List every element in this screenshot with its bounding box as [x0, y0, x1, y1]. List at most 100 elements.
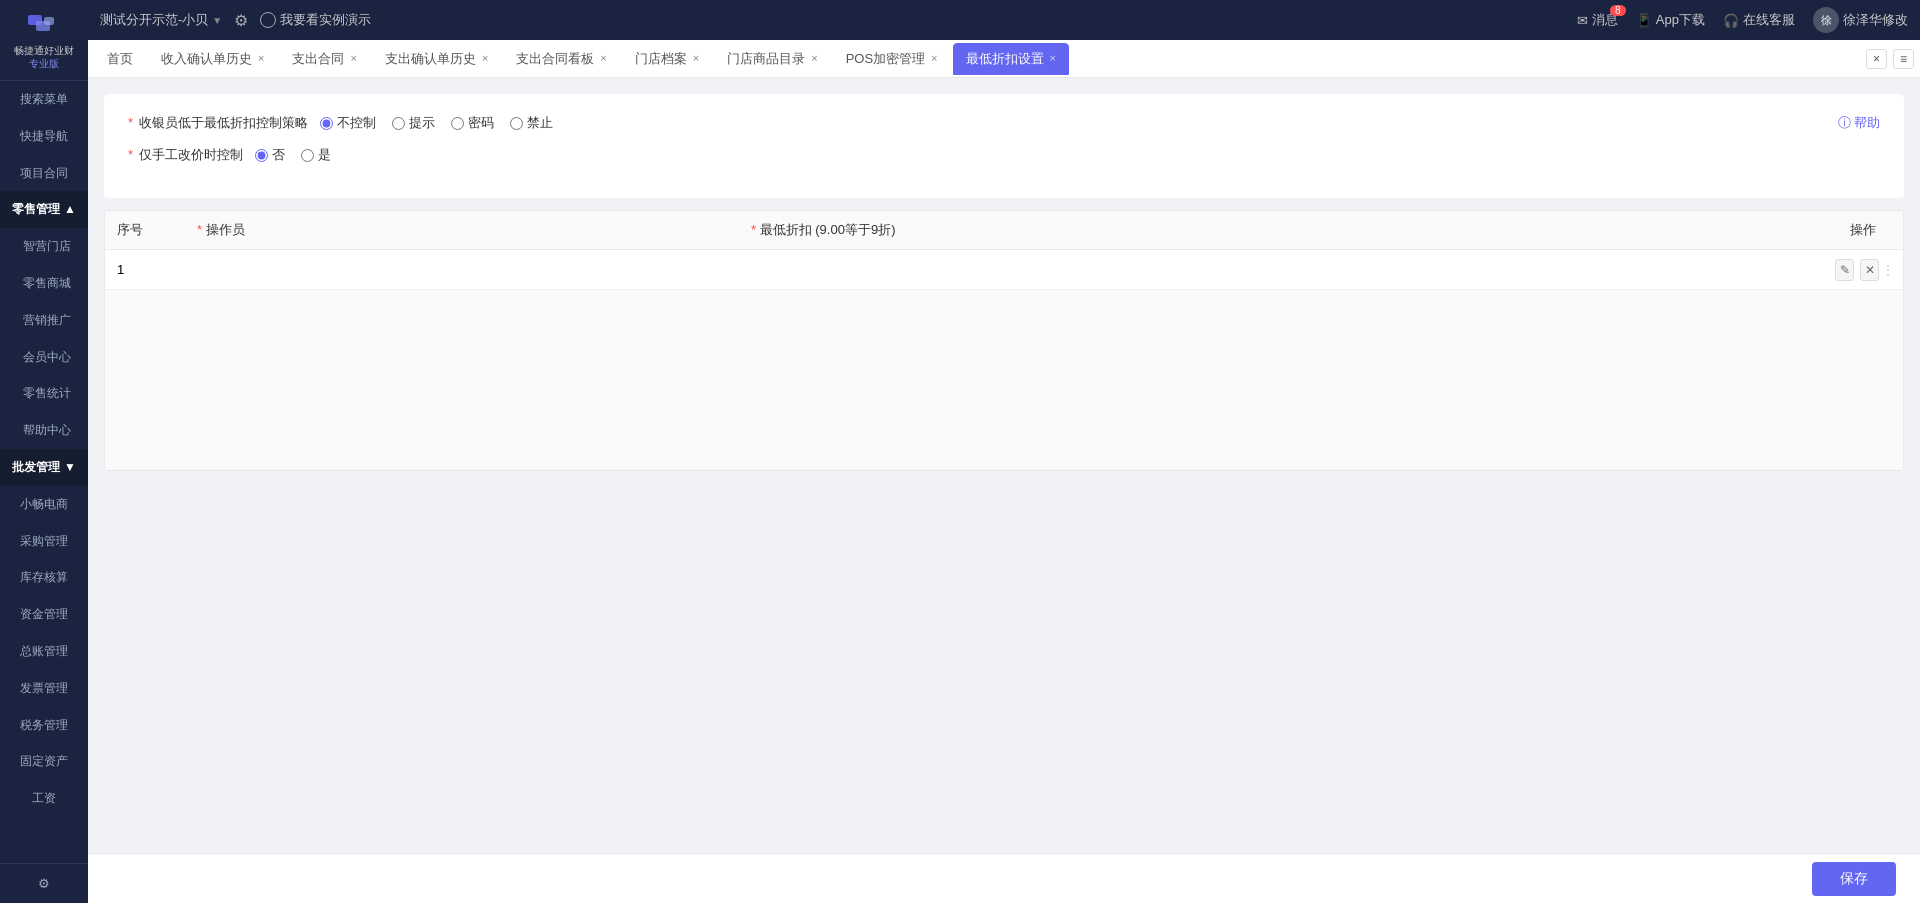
topbar: 测试分开示范-小贝 ▼ ⚙ 我要看实例演示 ✉ 消息 8 📱 App下载 🎧 在… — [88, 0, 1920, 40]
td-seq-1: 1 — [105, 254, 185, 285]
cashier-control-label: * 收银员低于最低折扣控制策略 — [128, 114, 308, 132]
radio-password[interactable]: 密码 — [451, 114, 494, 132]
sidebar-item-retail-mall[interactable]: 零售商城 — [0, 265, 88, 302]
tab-home-label: 首页 — [107, 50, 133, 68]
footer: 保存 — [88, 853, 1920, 903]
delete-row-button[interactable]: ✕ — [1860, 259, 1879, 281]
tab-payment-contract-label: 支出合同 — [292, 50, 344, 68]
sidebar-item-purchase[interactable]: 采购管理 — [0, 523, 88, 560]
tab-min-discount-setting[interactable]: 最低折扣设置 × — [953, 43, 1069, 75]
demo-circle-icon — [260, 12, 276, 28]
sidebar-item-ecommerce[interactable]: 小畅电商 — [0, 486, 88, 523]
sidebar-item-help-center[interactable]: 帮助中心 — [0, 412, 88, 449]
cashier-control-options: 不控制 提示 密码 禁止 — [320, 114, 553, 132]
tab-payment-confirm-history[interactable]: 支出确认单历史 × — [372, 43, 501, 75]
sidebar-item-tax[interactable]: 税务管理 — [0, 707, 88, 744]
avatar: 徐 — [1813, 7, 1839, 33]
app-name: 畅捷通好业财 专业版 — [5, 44, 83, 70]
radio-manual-no[interactable]: 否 — [255, 146, 285, 164]
sidebar-item-smart-store[interactable]: 智营门店 — [0, 228, 88, 265]
tab-payment-contract-view-close[interactable]: × — [600, 53, 606, 64]
tab-income-history-close[interactable]: × — [258, 53, 264, 64]
delete-icon: ✕ — [1865, 263, 1875, 277]
radio-no-control[interactable]: 不控制 — [320, 114, 376, 132]
tab-store-product-catalog-close[interactable]: × — [811, 53, 817, 64]
tab-payment-contract[interactable]: 支出合同 × — [279, 43, 369, 75]
chevron-down-icon: ▼ — [64, 459, 76, 476]
tab-income-history-label: 收入确认单历史 — [161, 50, 252, 68]
tab-income-history[interactable]: 收入确认单历史 × — [148, 43, 277, 75]
sidebar-item-quick-nav[interactable]: 快捷导航 — [0, 118, 88, 155]
tab-payment-confirm-history-close[interactable]: × — [482, 53, 488, 64]
settings-button[interactable]: ⚙ — [0, 863, 88, 903]
sidebar-item-member-center[interactable]: 会员中心 — [0, 339, 88, 376]
tab-payment-contract-close[interactable]: × — [350, 53, 356, 64]
tab-pos-password-label: POS加密管理 — [846, 50, 925, 68]
gear-icon: ⚙ — [38, 876, 50, 891]
sidebar: 畅捷通好业财 专业版 搜索菜单 快捷导航 项目合同 零售管理 ▲ 智营门店 零售… — [0, 0, 88, 903]
sidebar-item-invoice[interactable]: 发票管理 — [0, 670, 88, 707]
headset-icon: 🎧 — [1723, 13, 1739, 28]
tab-store-product-catalog-label: 门店商品目录 — [727, 50, 805, 68]
drag-handle[interactable]: ⋮ — [1885, 259, 1891, 281]
tabs-menu-button[interactable]: ≡ — [1893, 49, 1914, 69]
td-operator-1 — [185, 262, 739, 278]
tab-store-profile-close[interactable]: × — [693, 53, 699, 64]
user-profile[interactable]: 徐 徐泽华修改 — [1813, 7, 1908, 33]
sidebar-item-inventory[interactable]: 库存核算 — [0, 559, 88, 596]
sidebar-item-search[interactable]: 搜索菜单 — [0, 81, 88, 118]
sidebar-item-general-ledger[interactable]: 总账管理 — [0, 633, 88, 670]
tabs-actions: × ≡ — [1866, 49, 1914, 69]
tab-payment-contract-view-label: 支出合同看板 — [516, 50, 594, 68]
tab-pos-password-close[interactable]: × — [931, 53, 937, 64]
close-all-tabs-button[interactable]: × — [1866, 49, 1887, 69]
messages-button[interactable]: ✉ 消息 8 — [1577, 11, 1618, 29]
sidebar-item-funds[interactable]: 资金管理 — [0, 596, 88, 633]
help-circle-icon: ⓘ — [1838, 114, 1851, 132]
tab-store-profile[interactable]: 门店档案 × — [622, 43, 712, 75]
radio-remind[interactable]: 提示 — [392, 114, 435, 132]
edit-row-button[interactable]: ✎ — [1835, 259, 1854, 281]
customer-service-button[interactable]: 🎧 在线客服 — [1723, 11, 1795, 29]
manual-price-options: 否 是 — [255, 146, 331, 164]
table-empty-area — [105, 290, 1903, 470]
cashier-control-row: * 收银员低于最低折扣控制策略 不控制 提示 密码 — [128, 114, 1880, 132]
messages-badge: 8 — [1610, 5, 1626, 16]
tab-home[interactable]: 首页 — [94, 43, 146, 75]
project-name: 测试分开示范-小贝 — [100, 11, 208, 29]
tab-pos-password[interactable]: POS加密管理 × — [833, 43, 951, 75]
tab-store-profile-label: 门店档案 — [635, 50, 687, 68]
manual-price-label: * 仅手工改价时控制 — [128, 146, 243, 164]
tab-payment-contract-view[interactable]: 支出合同看板 × — [503, 43, 619, 75]
radio-forbid[interactable]: 禁止 — [510, 114, 553, 132]
tabs-bar: 首页 收入确认单历史 × 支出合同 × 支出确认单历史 × 支出合同看板 × 门… — [88, 40, 1920, 78]
th-discount: * 最低折扣 (9.00等于9折) — [739, 211, 1823, 249]
sidebar-item-fixed-assets[interactable]: 固定资产 — [0, 743, 88, 780]
app-download-button[interactable]: 📱 App下载 — [1636, 11, 1705, 29]
tab-min-discount-setting-close[interactable]: × — [1050, 53, 1056, 64]
sidebar-item-salary[interactable]: 工资 — [0, 780, 88, 817]
tab-store-product-catalog[interactable]: 门店商品目录 × — [714, 43, 830, 75]
svg-rect-2 — [44, 17, 54, 25]
sidebar-item-wholesale[interactable]: 批发管理 ▼ — [0, 449, 88, 486]
demo-link[interactable]: 我要看实例演示 — [260, 11, 371, 29]
radio-manual-yes[interactable]: 是 — [301, 146, 331, 164]
sidebar-item-retail-stats[interactable]: 零售统计 — [0, 375, 88, 412]
project-selector[interactable]: 测试分开示范-小贝 ▼ — [100, 11, 222, 29]
message-icon: ✉ — [1577, 13, 1588, 28]
sidebar-item-retail-management[interactable]: 零售管理 ▲ — [0, 191, 88, 228]
th-seq: 序号 — [105, 211, 185, 249]
topbar-settings-icon[interactable]: ⚙ — [234, 11, 248, 30]
sidebar-item-project-contract[interactable]: 项目合同 — [0, 155, 88, 192]
main-area: 测试分开示范-小贝 ▼ ⚙ 我要看实例演示 ✉ 消息 8 📱 App下载 🎧 在… — [88, 0, 1920, 903]
discount-table: 序号 * 操作员 * 最低折扣 (9.00等于9折) 操作 1 ✎ — [104, 210, 1904, 471]
td-action-1: ✎ ✕ ⋮ — [1823, 251, 1903, 289]
table-header: 序号 * 操作员 * 最低折扣 (9.00等于9折) 操作 — [105, 211, 1903, 250]
table-row: 1 ✎ ✕ ⋮ — [105, 250, 1903, 290]
help-link[interactable]: ⓘ 帮助 — [1838, 114, 1880, 132]
drag-icon: ⋮ — [1881, 262, 1895, 278]
page-content: * 收银员低于最低折扣控制策略 不控制 提示 密码 — [88, 78, 1920, 853]
save-button[interactable]: 保存 — [1812, 862, 1896, 896]
sidebar-item-marketing[interactable]: 营销推广 — [0, 302, 88, 339]
manual-price-row: * 仅手工改价时控制 否 是 — [128, 146, 1880, 164]
